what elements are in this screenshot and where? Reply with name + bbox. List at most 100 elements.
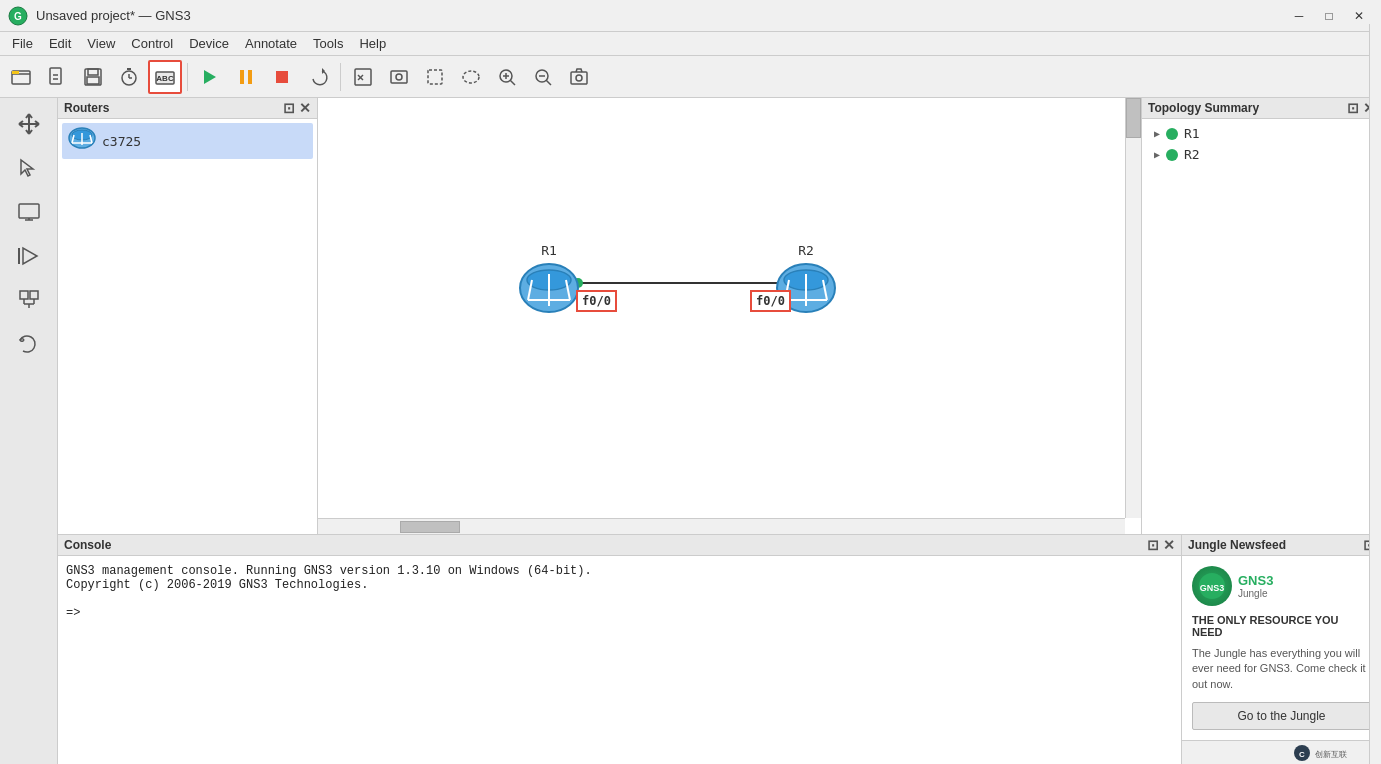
routers-panel-close[interactable]: ✕ <box>299 100 311 116</box>
zoom-out-toolbar-btn[interactable] <box>526 60 560 94</box>
r2-interface-label: f0/0 <box>750 290 791 312</box>
topology-panel: Topology Summary ⊡ ✕ ▶ R1 ▶ R <box>1141 98 1381 534</box>
center-area: Routers ⊡ ✕ <box>58 98 1381 764</box>
panels-row: Routers ⊡ ✕ <box>58 98 1381 534</box>
menu-item-file[interactable]: File <box>4 34 41 53</box>
pause-all-toolbar-btn[interactable] <box>229 60 263 94</box>
jungle-logo-text: GNS3 <box>1238 573 1273 588</box>
play-tool-button[interactable] <box>9 236 49 276</box>
router-item-label: c3725 <box>102 134 141 149</box>
svg-rect-21 <box>355 69 371 85</box>
console-toolbar-btn[interactable] <box>346 60 380 94</box>
menu-item-control[interactable]: Control <box>123 34 181 53</box>
svg-rect-47 <box>19 204 39 218</box>
jungle-header: Jungle Newsfeed ⊡ <box>1182 535 1381 556</box>
close-button[interactable]: ✕ <box>1345 6 1373 26</box>
svg-text:ABC: ABC <box>156 74 174 83</box>
jungle-description: The Jungle has everything you will ever … <box>1192 646 1371 692</box>
toolbar: ABC <box>0 56 1381 98</box>
vscroll-thumb[interactable] <box>1126 98 1141 138</box>
start-all-toolbar-btn[interactable] <box>193 60 227 94</box>
separator1 <box>187 63 188 91</box>
zoom-in-toolbar-btn[interactable] <box>490 60 524 94</box>
svg-point-27 <box>463 71 479 83</box>
svg-rect-4 <box>50 68 61 84</box>
pan-tool-button[interactable] <box>9 104 49 144</box>
console-close[interactable]: ✕ <box>1163 537 1175 553</box>
topology-panel-float[interactable]: ⊡ <box>1347 100 1359 116</box>
jungle-logo-sub: Jungle <box>1238 588 1273 599</box>
topo-vscrollbar[interactable] <box>1369 98 1381 534</box>
separator2 <box>340 63 341 91</box>
show-labels-toolbar-btn[interactable]: ABC <box>148 60 182 94</box>
topology-panel-header: Topology Summary ⊡ ✕ <box>1142 98 1381 119</box>
ellipse-toolbar-btn[interactable] <box>454 60 488 94</box>
jungle-logo: GNS3 GNS3 Jungle <box>1192 566 1371 606</box>
jungle-title: Jungle Newsfeed <box>1188 538 1286 552</box>
canvas-hscrollbar[interactable] <box>318 518 1125 534</box>
svg-marker-16 <box>204 70 216 84</box>
svg-rect-3 <box>12 71 19 74</box>
node-r1-label: R1 <box>541 243 557 258</box>
topo-item-r2[interactable]: ▶ R2 <box>1146 144 1377 165</box>
svg-rect-52 <box>20 291 28 299</box>
console-controls: ⊡ ✕ <box>1147 537 1175 553</box>
menu-item-view[interactable]: View <box>79 34 123 53</box>
watermark-logo: C 创新互联 <box>1293 744 1373 762</box>
reload-toolbar-btn[interactable] <box>301 60 335 94</box>
new-file-toolbar-btn[interactable] <box>40 60 74 94</box>
maximize-button[interactable]: □ <box>1315 6 1343 26</box>
select-tool-button[interactable] <box>9 148 49 188</box>
minimize-button[interactable]: ─ <box>1285 6 1313 26</box>
network-svg <box>318 98 1141 534</box>
svg-rect-19 <box>276 71 288 83</box>
menu-bar: FileEditViewControlDeviceAnnotateToolsHe… <box>0 32 1381 56</box>
router-r1-icon <box>518 262 580 314</box>
routers-panel-float[interactable]: ⊡ <box>283 100 295 116</box>
menu-item-edit[interactable]: Edit <box>41 34 79 53</box>
routers-panel-title: Routers <box>64 101 109 115</box>
svg-rect-24 <box>391 71 407 83</box>
svg-rect-53 <box>30 291 38 299</box>
svg-text:GNS3: GNS3 <box>1200 583 1225 593</box>
main-layout: Routers ⊡ ✕ <box>0 98 1381 764</box>
topo-dot-r1 <box>1166 128 1178 140</box>
svg-rect-18 <box>248 70 252 84</box>
canvas-vscrollbar[interactable] <box>1125 98 1141 518</box>
device-manager-button[interactable] <box>9 280 49 320</box>
topo-item-r1[interactable]: ▶ R1 <box>1146 123 1377 144</box>
router-item-c3725[interactable]: c3725 <box>62 123 313 159</box>
routers-panel: Routers ⊡ ✕ <box>58 98 318 534</box>
left-sidebar <box>0 98 58 764</box>
canvas-scrollable[interactable]: R1 f0/0 <box>318 98 1141 534</box>
svg-rect-8 <box>88 69 98 75</box>
topology-panel-title: Topology Summary <box>1148 101 1259 115</box>
screenshot-toolbar-btn[interactable] <box>382 60 416 94</box>
menu-item-help[interactable]: Help <box>351 34 394 53</box>
svg-line-33 <box>546 80 551 85</box>
undo-button[interactable] <box>9 324 49 364</box>
app-icon: G <box>8 6 28 26</box>
menu-item-annotate[interactable]: Annotate <box>237 34 305 53</box>
menu-item-tools[interactable]: Tools <box>305 34 351 53</box>
topology-list: ▶ R1 ▶ R2 <box>1142 119 1381 169</box>
topo-arrow-r1: ▶ <box>1154 128 1160 139</box>
monitor-tool-button[interactable] <box>9 192 49 232</box>
open-folder-toolbar-btn[interactable] <box>4 60 38 94</box>
camera-toolbar-btn[interactable] <box>562 60 596 94</box>
rect-select-toolbar-btn[interactable] <box>418 60 452 94</box>
jungle-panel: Jungle Newsfeed ⊡ GNS3 GNS3 Jun <box>1181 535 1381 764</box>
canvas-area[interactable]: R1 f0/0 <box>318 98 1141 534</box>
goto-jungle-button[interactable]: Go to the Jungle <box>1192 702 1371 730</box>
topo-label-r1: R1 <box>1184 126 1200 141</box>
hscroll-thumb[interactable] <box>400 521 460 533</box>
svg-text:C: C <box>1299 750 1305 759</box>
console-float[interactable]: ⊡ <box>1147 537 1159 553</box>
save-toolbar-btn[interactable] <box>76 60 110 94</box>
stop-all-toolbar-btn[interactable] <box>265 60 299 94</box>
menu-item-device[interactable]: Device <box>181 34 237 53</box>
jungle-heading: THE ONLY RESOURCE YOU NEED <box>1192 614 1371 638</box>
timer-toolbar-btn[interactable] <box>112 60 146 94</box>
svg-point-36 <box>576 75 582 81</box>
node-r1[interactable]: R1 <box>518 243 580 314</box>
